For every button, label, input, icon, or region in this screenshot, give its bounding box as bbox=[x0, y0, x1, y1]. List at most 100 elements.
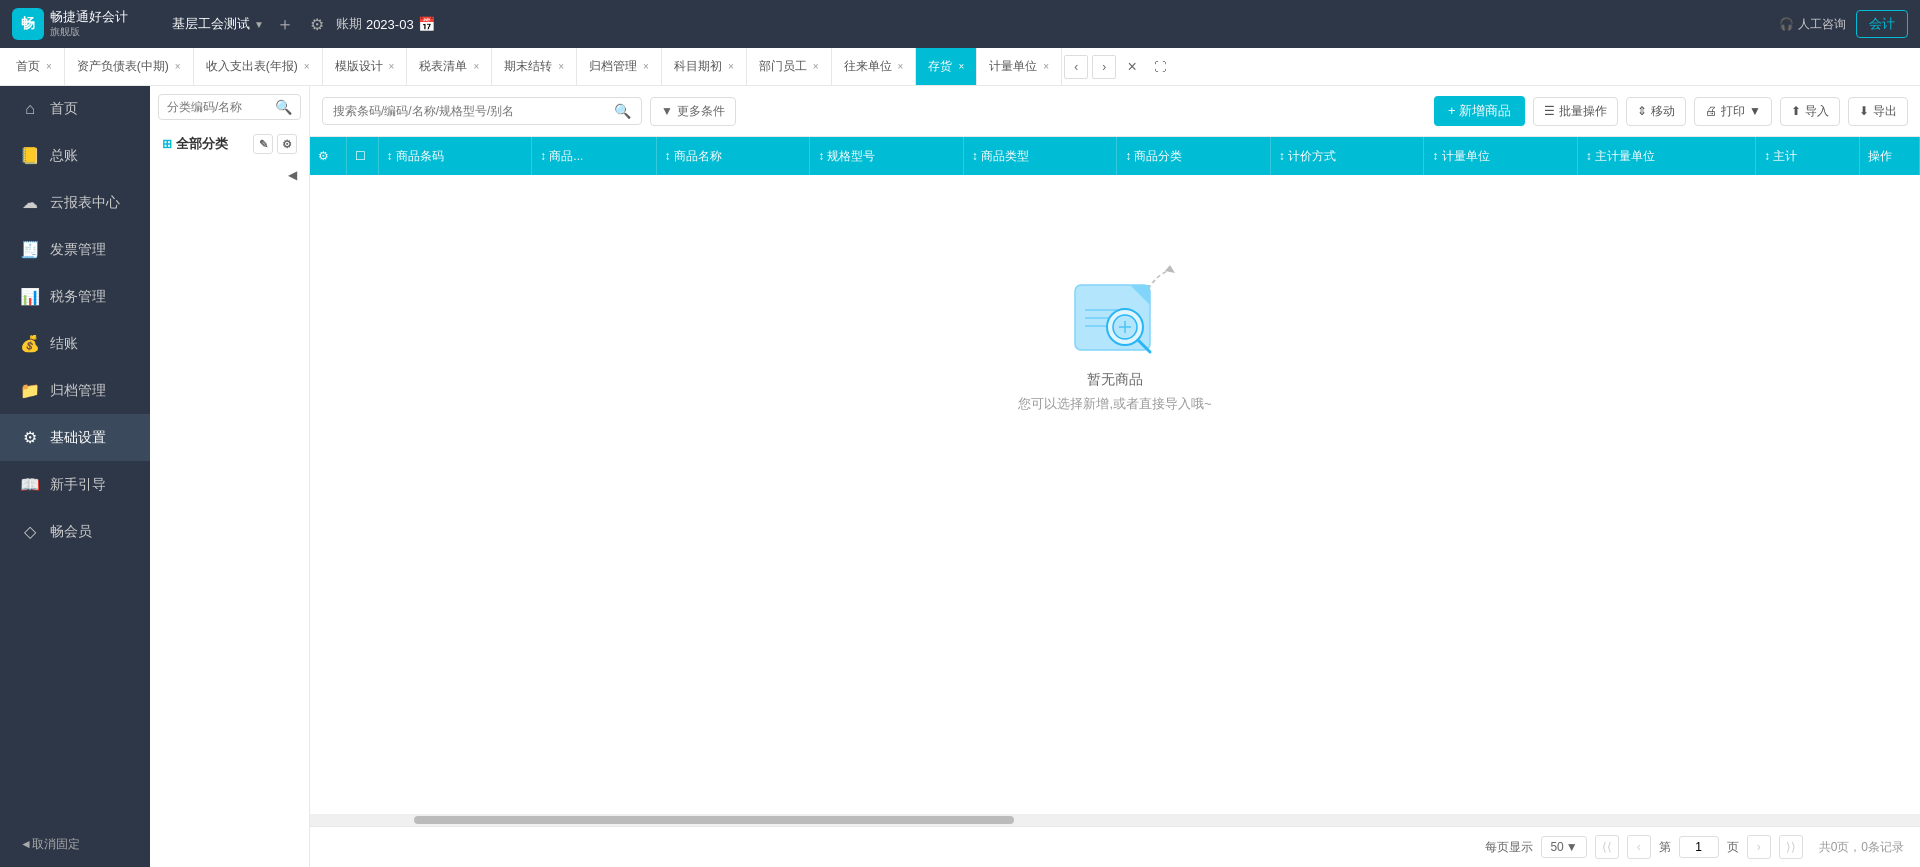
sidebar-item-label: 云报表中心 bbox=[50, 194, 120, 212]
th-unit[interactable]: ↕ 计量单位 bbox=[1424, 137, 1578, 175]
expand-tab-button[interactable]: ⛶ bbox=[1148, 55, 1172, 79]
tab-label: 科目期初 bbox=[674, 58, 722, 75]
category-search-input[interactable] bbox=[167, 100, 275, 114]
tab-archive-mgmt[interactable]: 归档管理 × bbox=[577, 48, 662, 86]
archive-icon: 📁 bbox=[20, 381, 40, 400]
th-settings[interactable]: ⚙ bbox=[310, 137, 346, 175]
product-table: ⚙ ☐ ↕ 商品条码 ↕ 商品... ↕ 商品名称 bbox=[310, 137, 1920, 175]
print-icon: 🖨 bbox=[1705, 104, 1717, 118]
th-barcode-label: ↕ 商品条码 bbox=[387, 149, 444, 163]
th-type[interactable]: ↕ 商品类型 bbox=[963, 137, 1117, 175]
sidebar-item-archive[interactable]: 📁 归档管理 bbox=[0, 367, 150, 414]
tab-period-carry[interactable]: 期末结转 × bbox=[492, 48, 577, 86]
tab-close-icon[interactable]: × bbox=[958, 61, 964, 72]
category-search-icon[interactable]: 🔍 bbox=[275, 99, 292, 115]
import-button[interactable]: ⬆ 导入 bbox=[1780, 97, 1840, 126]
total-info: 共0页，0条记录 bbox=[1819, 839, 1904, 856]
tab-balance-sheet[interactable]: 资产负债表(中期) × bbox=[65, 48, 194, 86]
tab-close-icon[interactable]: × bbox=[728, 61, 734, 72]
horizontal-scrollbar[interactable] bbox=[310, 814, 1920, 826]
service-button[interactable]: 🎧 人工咨询 bbox=[1779, 16, 1846, 33]
tab-close-icon[interactable]: × bbox=[898, 61, 904, 72]
content-inner: 🔍 ⊞ 全部分类 ✎ ⚙ ◀ bbox=[150, 86, 1920, 867]
tab-inventory[interactable]: 存货 × bbox=[916, 48, 977, 86]
tab-scroll-left-button[interactable]: ‹ bbox=[1064, 55, 1088, 79]
tab-close-icon[interactable]: × bbox=[389, 61, 395, 72]
sidebar-item-invoice[interactable]: 🧾 发票管理 bbox=[0, 226, 150, 273]
more-filter-button[interactable]: ▼ 更多条件 bbox=[650, 97, 736, 126]
sidebar-item-label: 畅会员 bbox=[50, 523, 92, 541]
tab-close-icon[interactable]: × bbox=[813, 61, 819, 72]
product-search-input[interactable] bbox=[333, 104, 614, 118]
th-main-calc[interactable]: ↕ 主计 bbox=[1756, 137, 1860, 175]
tab-close-icon[interactable]: × bbox=[175, 61, 181, 72]
tab-template-design[interactable]: 模版设计 × bbox=[323, 48, 408, 86]
th-checkbox[interactable]: ☐ bbox=[346, 137, 378, 175]
th-code-label: ↕ 商品... bbox=[540, 149, 583, 163]
sidebar-item-beginner-guide[interactable]: 📖 新手引导 bbox=[0, 461, 150, 508]
move-icon: ⇕ bbox=[1637, 104, 1647, 118]
batch-operation-button[interactable]: ☰ 批量操作 bbox=[1533, 97, 1618, 126]
tab-close-icon[interactable]: × bbox=[558, 61, 564, 72]
account-button[interactable]: 会计 bbox=[1856, 10, 1908, 38]
th-price-method[interactable]: ↕ 计价方式 bbox=[1270, 137, 1424, 175]
tab-scroll-right-button[interactable]: › bbox=[1092, 55, 1116, 79]
product-search-icon[interactable]: 🔍 bbox=[614, 103, 631, 119]
th-main-unit[interactable]: ↕ 主计量单位 bbox=[1577, 137, 1755, 175]
close-all-tabs-button[interactable]: × bbox=[1120, 55, 1144, 79]
tab-close-icon[interactable]: × bbox=[643, 61, 649, 72]
export-button[interactable]: ⬇ 导出 bbox=[1848, 97, 1908, 126]
th-code[interactable]: ↕ 商品... bbox=[532, 137, 657, 175]
th-barcode[interactable]: ↕ 商品条码 bbox=[378, 137, 532, 175]
company-selector[interactable]: 基层工会测试 ▼ bbox=[172, 15, 264, 33]
unpin-sidebar-button[interactable]: ◄取消固定 bbox=[0, 822, 150, 867]
print-button[interactable]: 🖨 打印 ▼ bbox=[1694, 97, 1772, 126]
settings-gear-icon[interactable]: ⚙ bbox=[306, 15, 328, 34]
category-settings-button[interactable]: ⚙ bbox=[277, 134, 297, 154]
tab-unit[interactable]: 计量单位 × bbox=[977, 48, 1062, 86]
sidebar-item-tax[interactable]: 📊 税务管理 bbox=[0, 273, 150, 320]
calendar-icon[interactable]: 📅 bbox=[418, 16, 435, 32]
tab-close-icon[interactable]: × bbox=[304, 61, 310, 72]
th-name[interactable]: ↕ 商品名称 bbox=[656, 137, 810, 175]
move-button[interactable]: ⇕ 移动 bbox=[1626, 97, 1686, 126]
page-number-input[interactable] bbox=[1679, 836, 1719, 858]
tab-homepage[interactable]: 首页 × bbox=[4, 48, 65, 86]
collapse-panel-button[interactable]: ◀ bbox=[284, 164, 301, 186]
prev-page-button[interactable]: ‹ bbox=[1627, 835, 1651, 859]
sidebar-item-basic-settings[interactable]: ⚙ 基础设置 bbox=[0, 414, 150, 461]
tab-dept-staff[interactable]: 部门员工 × bbox=[747, 48, 832, 86]
per-page-select[interactable]: 50 ▼ bbox=[1541, 836, 1586, 858]
tab-close-icon[interactable]: × bbox=[473, 61, 479, 72]
tab-label: 税表清单 bbox=[419, 58, 467, 75]
next-page-button[interactable]: › bbox=[1747, 835, 1771, 859]
sidebar-item-ledger[interactable]: 📒 总账 bbox=[0, 132, 150, 179]
add-product-button[interactable]: + 新增商品 bbox=[1434, 96, 1525, 126]
invoice-icon: 🧾 bbox=[20, 240, 40, 259]
th-category[interactable]: ↕ 商品分类 bbox=[1117, 137, 1271, 175]
sidebar-item-label: 新手引导 bbox=[50, 476, 106, 494]
tab-subject-init[interactable]: 科目期初 × bbox=[662, 48, 747, 86]
import-label: 导入 bbox=[1805, 103, 1829, 120]
category-edit-button[interactable]: ✎ bbox=[253, 134, 273, 154]
tab-tax-list[interactable]: 税表清单 × bbox=[407, 48, 492, 86]
tab-close-icon[interactable]: × bbox=[46, 61, 52, 72]
sidebar-item-cloud-reports[interactable]: ☁ 云报表中心 bbox=[0, 179, 150, 226]
sidebar-item-settlement[interactable]: 💰 结账 bbox=[0, 320, 150, 367]
sidebar-item-home[interactable]: ⌂ 首页 bbox=[0, 86, 150, 132]
header-middle: 基层工会测试 ▼ ＋ ⚙ 账期 2023-03 📅 bbox=[172, 12, 1769, 36]
th-unit-label: ↕ 计量单位 bbox=[1432, 149, 1489, 163]
category-panel: 🔍 ⊞ 全部分类 ✎ ⚙ ◀ bbox=[150, 86, 310, 867]
tab-bar: 首页 × 资产负债表(中期) × 收入支出表(年报) × 模版设计 × 税表清单… bbox=[0, 48, 1920, 86]
first-page-button[interactable]: ⟨⟨ bbox=[1595, 835, 1619, 859]
th-spec[interactable]: ↕ 规格型号 bbox=[810, 137, 964, 175]
scrollbar-thumb[interactable] bbox=[414, 816, 1014, 824]
headset-icon: 🎧 bbox=[1779, 17, 1794, 31]
tab-close-icon[interactable]: × bbox=[1043, 61, 1049, 72]
tab-contacts[interactable]: 往来单位 × bbox=[832, 48, 917, 86]
sidebar-item-member[interactable]: ◇ 畅会员 bbox=[0, 508, 150, 555]
tab-income-statement[interactable]: 收入支出表(年报) × bbox=[194, 48, 323, 86]
add-tab-button[interactable]: ＋ bbox=[272, 12, 298, 36]
last-page-button[interactable]: ⟩⟩ bbox=[1779, 835, 1803, 859]
logo-title: 畅捷通好会计 bbox=[50, 9, 128, 25]
